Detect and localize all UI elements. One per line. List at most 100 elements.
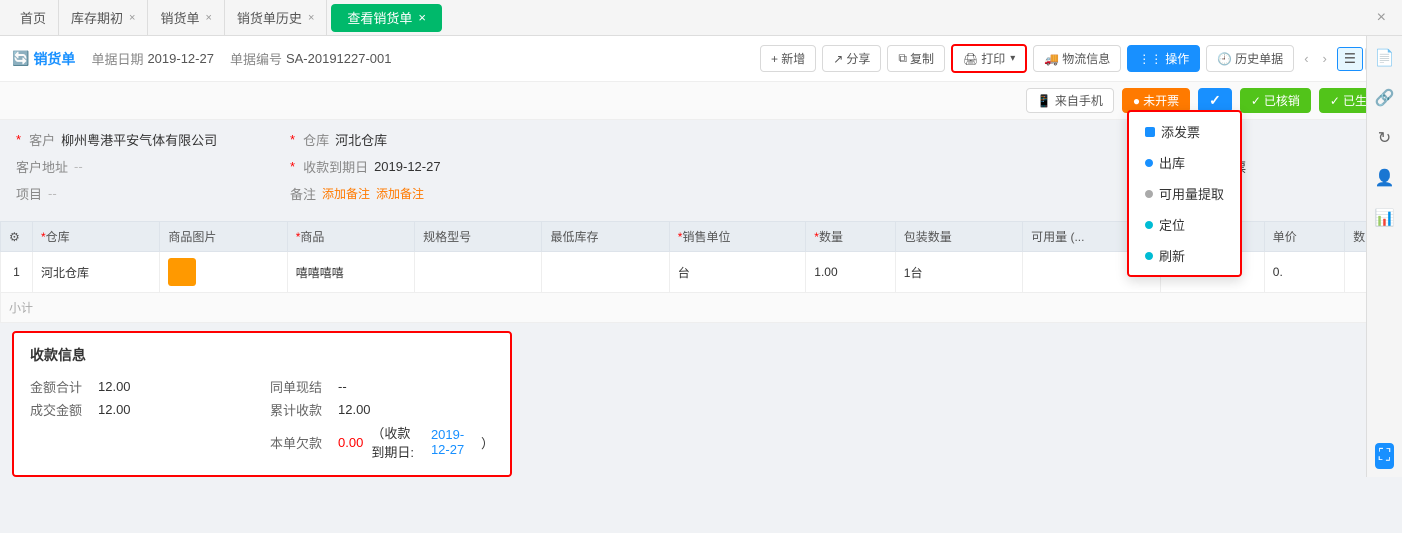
product-image [168,258,196,286]
logistics-label: 物流信息 [1062,50,1110,67]
warehouse-label: 仓库 [303,130,329,149]
col-image: 商品图片 [160,222,287,252]
warehouse-value: 河北仓库 [335,130,387,149]
customer-required: * [16,132,21,147]
tab-view-sales[interactable]: 查看销货单 × [331,4,442,32]
view-list-btn[interactable]: ☰ [1337,47,1363,71]
tab-view-sales-label: 查看销货单 [347,8,412,27]
add-note-button[interactable]: 添加备注 [322,185,370,202]
dropdown-outbound[interactable]: 出库 [1129,147,1240,178]
subtotal-row: 小计 [1,293,1402,323]
row-price: 0. [1264,252,1344,293]
due-date-field: * 收款到期日 2019-12-27 [290,157,540,176]
this-order-label: 本单欠款 [270,433,330,452]
operations-button[interactable]: ⋮⋮ 操作 [1127,45,1200,72]
share-label: 分享 [846,50,870,67]
cumulative-label: 累计收款 [270,400,330,419]
add-note-label[interactable]: 添加备注 [376,185,424,202]
project-value: -- [48,186,57,201]
col-spec: 规格型号 [415,222,542,252]
due-date-required: * [290,159,295,174]
locate-icon [1145,221,1153,229]
from-phone-label: 来自手机 [1055,92,1103,109]
col-qty: *数量 [806,222,895,252]
dropdown-refresh[interactable]: 刷新 [1129,240,1240,271]
sidebar-icon-user[interactable]: 👤 [1371,164,1399,192]
this-order-row: 本单欠款 0.00 （收款到期日: 2019-12-27 ） [270,421,494,463]
nav-prev[interactable]: ‹ [1300,49,1312,68]
due-date-label: 收款到期日 [303,157,368,176]
due-note-end: ） [481,433,494,452]
logistics-button[interactable]: 🚚 物流信息 [1033,45,1121,72]
dropdown-add-invoice[interactable]: 添发票 [1129,116,1240,147]
cumulative-row: 累计收款 12.00 [270,398,494,421]
copy-button[interactable]: ⧉ 复制 [887,45,945,72]
sold-button[interactable]: ✓ 已核销 [1240,88,1311,113]
due-date-value: 2019-12-27 [374,159,441,174]
this-order-value: 0.00 [338,435,363,450]
sidebar-icon-link[interactable]: 🔗 [1371,84,1399,112]
operations-label: 操作 [1165,50,1189,67]
due-date: 2019-12-27 [431,427,473,457]
tab-sales[interactable]: 销货单 × [148,0,224,36]
sidebar-icon-chart[interactable]: 📊 [1371,204,1399,232]
summary-right: 同单现结 -- 累计收款 12.00 本单欠款 0.00 （收款到期日: 201… [270,375,494,463]
share-icon: ↗ [833,52,843,66]
tab-inventory-close[interactable]: × [129,12,135,24]
tab-view-sales-close[interactable]: × [418,10,426,25]
row-warehouse: 河北仓库 [33,252,160,293]
same-order-row: 同单现结 -- [270,375,494,398]
dropdown-locate[interactable]: 定位 [1129,209,1240,240]
add-invoice-label: 添发票 [1161,122,1200,141]
project-label: 项目 [16,184,42,203]
nav-next[interactable]: › [1319,49,1331,68]
cumulative-value: 12.00 [338,402,371,417]
logistics-icon: 🚚 [1044,52,1059,66]
subtotal-cell: 小计 [1,293,1402,323]
col-pack-qty: 包装数量 [895,222,1022,252]
tab-sales-close[interactable]: × [205,12,211,24]
tab-sales-history[interactable]: 销货单历史 × [225,0,327,36]
sold-icon: ✓ [1251,94,1261,108]
tab-home-label: 首页 [20,8,46,27]
new-button[interactable]: + 新增 [760,45,816,72]
total-amount-label: 金额合计 [30,377,90,396]
ticket-icon: ● [1133,94,1140,108]
tab-sales-history-close[interactable]: × [308,12,314,24]
doc-title-text: 销货单 [33,49,75,69]
from-phone-button[interactable]: 📱 来自手机 [1026,88,1114,113]
right-sidebar: 📄 🔗 ↻ 👤 📊 ⛶ [1366,36,1402,477]
col-gear[interactable]: ⚙ [1,222,33,252]
row-unit: 台 [669,252,806,293]
sidebar-icon-doc[interactable]: 📄 [1371,44,1399,72]
doc-number-group: 单据编号 SA-20191227-001 [230,49,392,68]
tab-home[interactable]: 首页 [8,0,59,36]
transaction-row: 成交金额 12.00 [30,398,254,421]
tab-inventory-label: 库存期初 [71,8,123,27]
dropdown-available-qty[interactable]: 可用量提取 [1129,178,1240,209]
tab-inventory[interactable]: 库存期初 × [59,0,148,36]
share-button[interactable]: ↗ 分享 [822,45,881,72]
doc-header: 🔄 销货单 单据日期 2019-12-27 单据编号 SA-20191227-0… [0,36,1402,82]
doc-number-value: SA-20191227-001 [286,51,392,66]
warehouse-required: * [290,132,295,147]
summary-box: 收款信息 金额合计 12.00 成交金额 12.00 同单现结 -- 累计收款 [12,331,512,477]
copy-label: 复制 [910,50,934,67]
doc-actions: + 新增 ↗ 分享 ⧉ 复制 🖨 打印 ▾ 🚚 物流信息 ⋮⋮ 操作 [760,44,1390,73]
print-label: 打印 [981,50,1005,67]
print-button[interactable]: 🖨 打印 ▾ [951,44,1027,73]
print-dropdown-arrow: ▾ [1010,53,1015,64]
row-num: 1 [1,252,33,293]
history-button[interactable]: 🕘 历史单据 [1206,45,1294,72]
col-min-stock: 最低库存 [542,222,669,252]
print-icon: 🖨 [963,52,978,66]
doc-date-group: 单据日期 2019-12-27 [91,49,214,68]
note-field: 备注 添加备注 添加备注 [290,184,540,203]
same-order-label: 同单现结 [270,377,330,396]
doc-title: 🔄 销货单 [12,49,75,69]
col-unit: *销售单位 [669,222,806,252]
tab-sales-history-label: 销货单历史 [237,8,302,27]
sidebar-icon-refresh[interactable]: ↻ [1374,124,1395,152]
close-all-button[interactable]: × [1369,9,1394,27]
sidebar-icon-expand[interactable]: ⛶ [1375,443,1394,469]
